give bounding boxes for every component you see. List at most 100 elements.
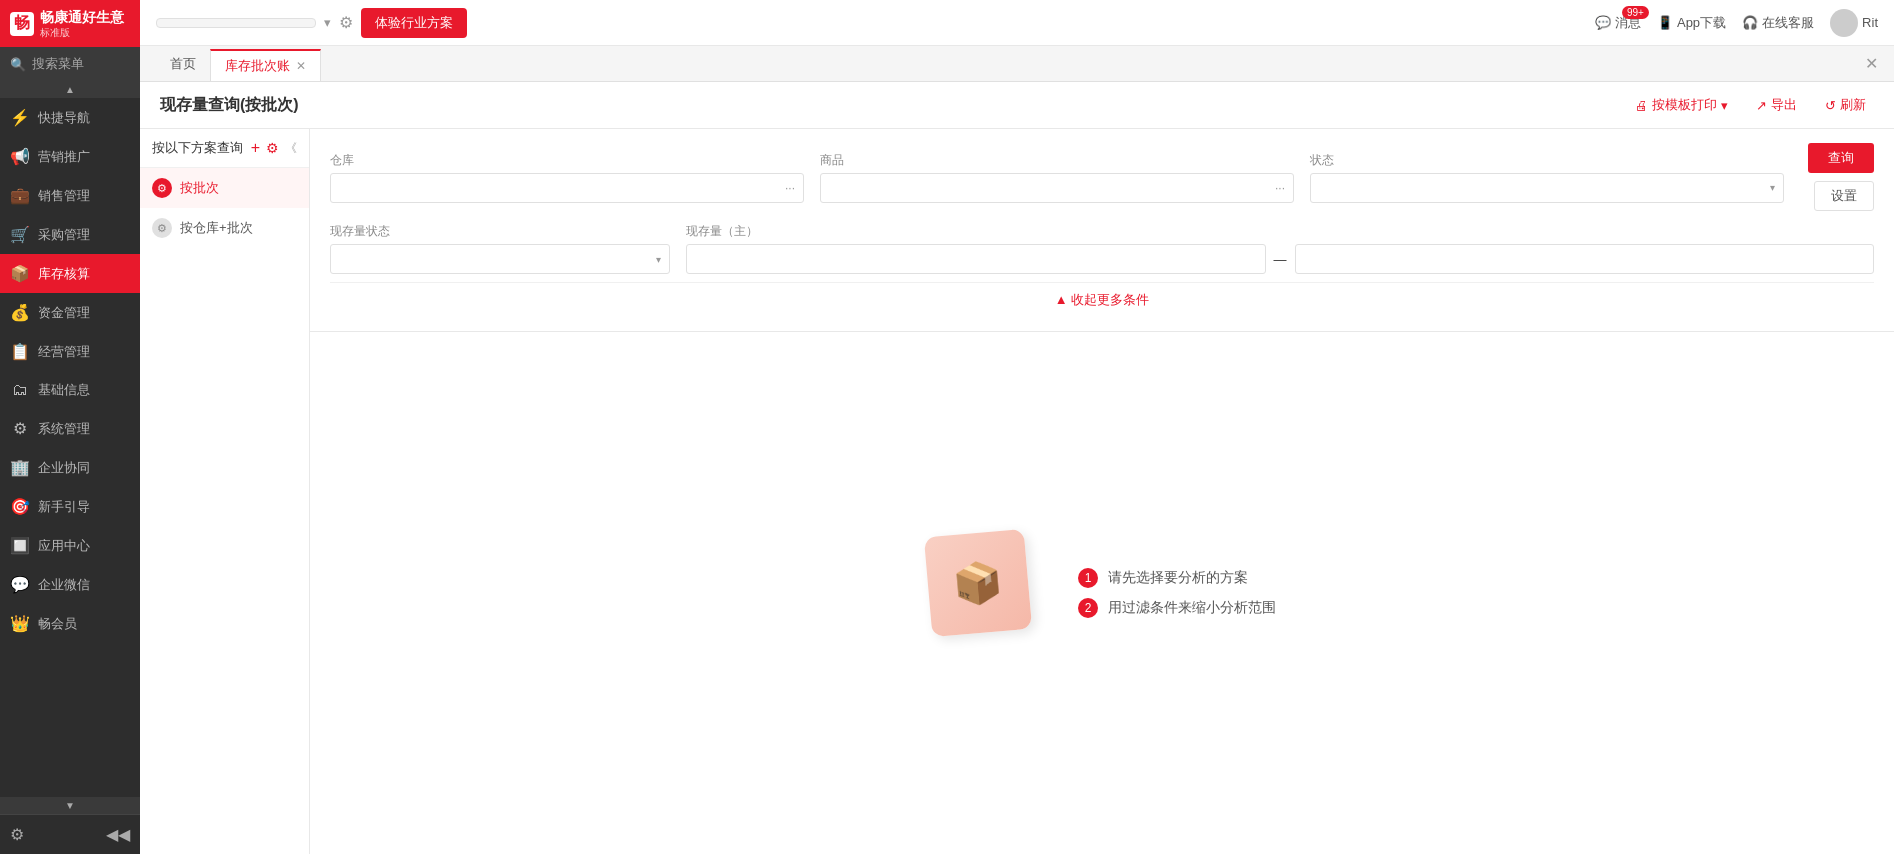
vip-icon: 👑 <box>10 614 30 633</box>
warehouse-field: 仓库 ··· <box>330 152 804 203</box>
topbar-left: ▾ ⚙ 体验行业方案 <box>156 8 1583 38</box>
purchase-icon: 🛒 <box>10 225 30 244</box>
collapse-more-button[interactable]: ▲ 收起更多条件 <box>330 282 1874 317</box>
inventory-qty-field: 现存量（主） — <box>686 223 1874 274</box>
topbar: ▾ ⚙ 体验行业方案 💬 消息 99+ 📱 App下载 🎧 在线客服 Rit <box>140 0 1894 46</box>
warehouse-more-btn[interactable]: ··· <box>785 181 795 195</box>
sidebar-item-basic[interactable]: 🗂 基础信息 <box>0 371 140 409</box>
topbar-right: 💬 消息 99+ 📱 App下载 🎧 在线客服 Rit <box>1595 9 1878 37</box>
sidebar-item-purchase[interactable]: 🛒 采购管理 <box>0 215 140 254</box>
scheme-add-icon[interactable]: + <box>251 139 260 157</box>
trial-button[interactable]: 体验行业方案 <box>361 8 467 38</box>
settings-icon[interactable]: ⚙ <box>10 825 24 844</box>
sidebar-item-marketing[interactable]: 📢 营销推广 <box>0 137 140 176</box>
product-input[interactable]: ··· <box>820 173 1294 203</box>
scheme-item-by-warehouse-batch[interactable]: ⚙ 按仓库+批次 <box>140 208 309 248</box>
inventory-status-select[interactable]: ▾ <box>330 244 670 274</box>
sidebar-item-label: 企业微信 <box>38 576 90 594</box>
export-icon: ↗ <box>1756 98 1767 113</box>
template-print-button[interactable]: 🖨 按模板打印 ▾ <box>1627 92 1736 118</box>
collapse-more-label: 收起更多条件 <box>1071 292 1149 307</box>
tab-bar: 首页 库存批次账 ✕ ✕ <box>140 46 1894 82</box>
filter-row-2: 现存量状态 ▾ 现存量（主） — <box>330 223 1874 274</box>
warehouse-label: 仓库 <box>330 152 804 169</box>
status-dropdown-icon: ▾ <box>1770 182 1775 193</box>
scheme-list: ⚙ 按批次 ⚙ 按仓库+批次 <box>140 168 309 854</box>
close-panel-button[interactable]: ✕ <box>1865 54 1878 73</box>
sidebar-item-enterprise[interactable]: 🏢 企业协同 <box>0 448 140 487</box>
sidebar-item-vip[interactable]: 👑 畅会员 <box>0 604 140 643</box>
empty-illustration-icon: 📦 <box>951 557 1005 608</box>
finance-icon: 💰 <box>10 303 30 322</box>
tab-inventory-batch[interactable]: 库存批次账 ✕ <box>210 49 321 81</box>
qty-min-input[interactable] <box>686 244 1266 274</box>
topbar-search-input[interactable] <box>156 18 316 28</box>
inventory-qty-label: 现存量（主） <box>686 223 1874 240</box>
operations-icon: 📋 <box>10 342 30 361</box>
step-2-number: 2 <box>1078 598 1098 618</box>
refresh-button[interactable]: ↺ 刷新 <box>1817 92 1874 118</box>
filter-settings-button[interactable]: 设置 <box>1814 181 1874 211</box>
print-icon: 🖨 <box>1635 98 1648 113</box>
sidebar-item-apps[interactable]: 🔲 应用中心 <box>0 526 140 565</box>
query-panel: 仓库 ··· 商品 ··· 状态 <box>310 129 1894 854</box>
sidebar-item-finance[interactable]: 💰 资金管理 <box>0 293 140 332</box>
topbar-chevron-icon[interactable]: ▾ <box>324 15 331 30</box>
print-dropdown-icon[interactable]: ▾ <box>1721 98 1728 113</box>
qty-max-input[interactable] <box>1295 244 1875 274</box>
sidebar-item-system[interactable]: ⚙ 系统管理 <box>0 409 140 448</box>
scheme-panel-title: 按以下方案查询 <box>152 139 243 157</box>
search-icon: 🔍 <box>10 57 26 72</box>
export-button[interactable]: ↗ 导出 <box>1748 92 1805 118</box>
chevron-up-icon: ▲ <box>1055 292 1068 307</box>
sidebar: 畅 畅康通好生意 标准版 🔍 搜索菜单 ▲ ⚡ 快捷导航 📢 营销推广 💼 销售… <box>0 0 140 854</box>
product-more-btn[interactable]: ··· <box>1275 181 1285 195</box>
empty-icon-box: 📦 <box>924 529 1032 637</box>
status-select[interactable]: ▾ <box>1310 173 1784 203</box>
sidebar-item-label: 采购管理 <box>38 226 90 244</box>
online-support-button[interactable]: 🎧 在线客服 <box>1742 14 1814 32</box>
collapse-sidebar-icon[interactable]: ◀◀ <box>106 825 130 844</box>
qty-dash: — <box>1274 252 1287 267</box>
wechat-icon: 💬 <box>10 575 30 594</box>
sidebar-item-label: 系统管理 <box>38 420 90 438</box>
sidebar-item-label: 资金管理 <box>38 304 90 322</box>
tab-home[interactable]: 首页 <box>156 49 210 79</box>
sidebar-item-quick-nav[interactable]: ⚡ 快捷导航 <box>0 98 140 137</box>
sidebar-item-sales[interactable]: 💼 销售管理 <box>0 176 140 215</box>
tab-close-icon[interactable]: ✕ <box>296 59 306 73</box>
empty-step-2: 2 用过滤条件来缩小分析范围 <box>1078 598 1276 618</box>
scroll-down-button[interactable]: ▼ <box>0 797 140 814</box>
refresh-icon: ↺ <box>1825 98 1836 113</box>
sidebar-search[interactable]: 🔍 搜索菜单 <box>0 47 140 81</box>
sidebar-item-wechat[interactable]: 💬 企业微信 <box>0 565 140 604</box>
sidebar-item-operations[interactable]: 📋 经营管理 <box>0 332 140 371</box>
sidebar-item-inventory[interactable]: 📦 库存核算 <box>0 254 140 293</box>
warehouse-input[interactable]: ··· <box>330 173 804 203</box>
query-button[interactable]: 查询 <box>1808 143 1874 173</box>
scheme-item-by-batch[interactable]: ⚙ 按批次 <box>140 168 309 208</box>
user-menu-button[interactable]: Rit <box>1830 9 1878 37</box>
messages-button[interactable]: 💬 消息 99+ <box>1595 14 1641 32</box>
scheme-collapse-icon[interactable]: 《 <box>285 140 297 157</box>
refresh-label: 刷新 <box>1840 96 1866 114</box>
online-support-label: 在线客服 <box>1762 14 1814 32</box>
scroll-up-button[interactable]: ▲ <box>0 81 140 98</box>
brand-name: 畅康通好生意 <box>40 8 124 26</box>
sidebar-item-newbie[interactable]: 🎯 新手引导 <box>0 487 140 526</box>
sidebar-item-label: 库存核算 <box>38 265 90 283</box>
app-download-button[interactable]: 📱 App下载 <box>1657 14 1726 32</box>
messages-badge: 99+ <box>1622 6 1649 19</box>
tab-active-label: 库存批次账 <box>225 57 290 75</box>
status-field: 状态 ▾ <box>1310 152 1784 203</box>
sidebar-item-label: 新手引导 <box>38 498 90 516</box>
sidebar-nav: ⚡ 快捷导航 📢 营销推广 💼 销售管理 🛒 采购管理 📦 库存核算 💰 资金管… <box>0 98 140 797</box>
scheme-settings-icon[interactable]: ⚙ <box>266 140 279 156</box>
basic-icon: 🗂 <box>10 381 30 399</box>
topbar-gear-icon[interactable]: ⚙ <box>339 13 353 32</box>
phone-icon: 📱 <box>1657 15 1673 30</box>
app-logo: 畅 <box>10 12 34 36</box>
page-actions: 🖨 按模板打印 ▾ ↗ 导出 ↺ 刷新 <box>1627 92 1874 118</box>
scheme-item-icon-red: ⚙ <box>152 178 172 198</box>
sidebar-item-label: 快捷导航 <box>38 109 90 127</box>
